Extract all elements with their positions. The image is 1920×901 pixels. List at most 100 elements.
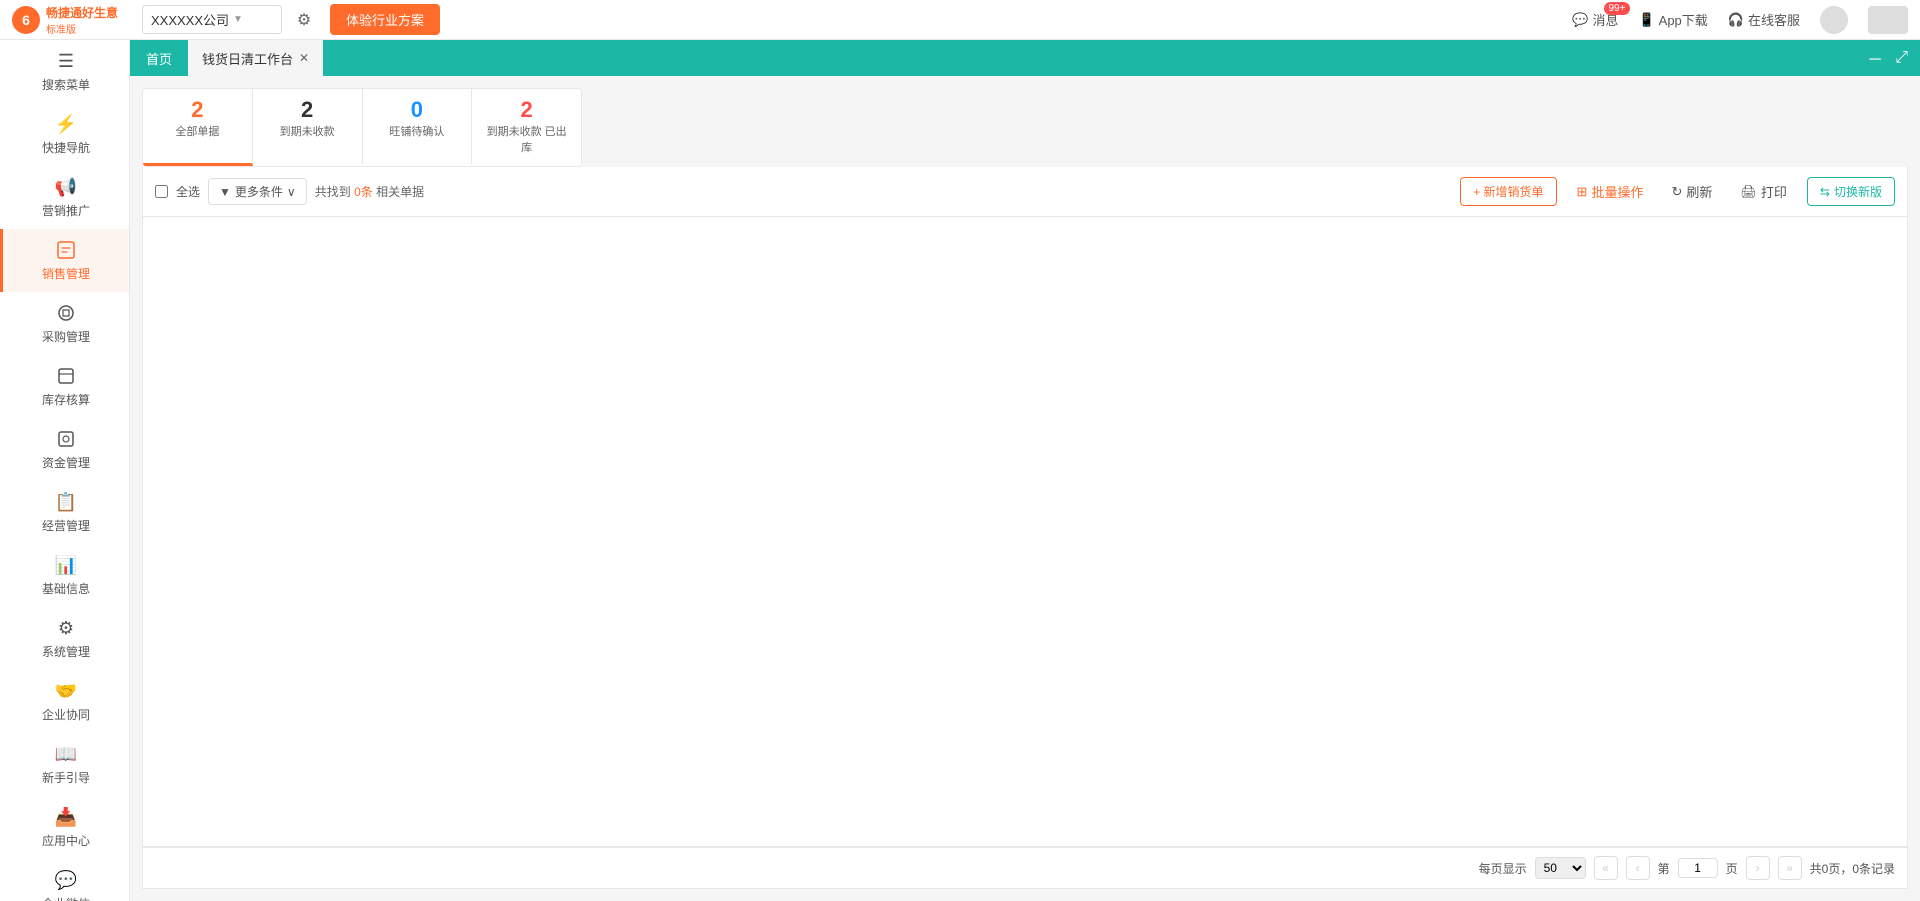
filter-label: 更多条件 [235, 183, 283, 200]
sidebar-item-cooperation[interactable]: 🤝 企业协同 [0, 670, 129, 733]
sidebar-item-inventory[interactable]: 库存核算 [0, 355, 129, 418]
page-content: 2 全部单据 2 到期未收款 0 旺铺待确认 2 到期未收款 已出库 [130, 76, 1920, 901]
service-icon: 🎧 [1728, 12, 1744, 28]
switch-icon: ⇆ [1820, 185, 1830, 199]
experience-btn[interactable]: 体验行业方案 [330, 4, 440, 35]
sidebar-item-label: 采购管理 [42, 328, 90, 345]
sidebar-item-purchase[interactable]: 采购管理 [0, 292, 129, 355]
sidebar-item-label: 营销推广 [42, 202, 90, 219]
sidebar-item-marketing[interactable]: 📢 营销推广 [0, 166, 129, 229]
next-page-button[interactable]: › [1746, 856, 1770, 880]
sidebar-item-label: 销售管理 [42, 265, 90, 282]
message-icon: 💬 [1572, 12, 1588, 28]
stat-label: 旺铺待确认 [375, 123, 460, 139]
tab-maximize-button[interactable]: ⤢ [1891, 45, 1912, 71]
new-sales-order-button[interactable]: + 新增销货单 [1460, 177, 1556, 206]
base-info-icon: 📊 [55, 554, 77, 576]
tab-minimize-button[interactable]: － [1863, 42, 1887, 74]
refresh-label: 刷新 [1686, 182, 1712, 201]
filter-icon: ▼ [219, 185, 231, 199]
sidebar-item-search-menu[interactable]: ☰ 搜索菜单 [0, 40, 129, 103]
filter-button[interactable]: ▼ 更多条件 ∨ [208, 178, 307, 205]
purchase-icon [55, 302, 77, 324]
stat-tab-overdue-unshipped[interactable]: 2 到期未收款 已出库 [472, 89, 581, 166]
online-service-label: 在线客服 [1748, 10, 1800, 29]
sidebar-item-operations[interactable]: 📋 经营管理 [0, 481, 129, 544]
stat-tab-all[interactable]: 2 全部单据 [143, 89, 253, 166]
sidebar-item-label: 应用中心 [42, 832, 90, 849]
page-size-select[interactable]: 50 10 20 100 [1535, 857, 1586, 879]
finance-icon [55, 428, 77, 450]
avatar[interactable] [1820, 6, 1848, 34]
stat-tab-pending-confirm[interactable]: 0 旺铺待确认 [363, 89, 473, 166]
settings-button[interactable]: ⚙ [290, 6, 318, 34]
sidebar-item-finance[interactable]: 资金管理 [0, 418, 129, 481]
online-service-action[interactable]: 🎧 在线客服 [1728, 10, 1800, 29]
sidebar-item-label: 经营管理 [42, 517, 90, 534]
first-page-button[interactable]: « [1594, 856, 1618, 880]
last-page-button[interactable]: » [1778, 856, 1802, 880]
sales-icon [55, 239, 77, 261]
gear-icon: ⚙ [297, 10, 311, 30]
switch-version-button[interactable]: ⇆ 切换新版 [1807, 177, 1895, 206]
tab-bar-right: － ⤢ [1863, 42, 1920, 74]
chevron-down-icon: ∨ [287, 185, 296, 199]
logo-area: 6 畅捷通好生意 标准版 [12, 4, 142, 36]
company-name: XXXXXX公司 [151, 10, 229, 29]
logo-text: 畅捷通好生意 标准版 [46, 4, 118, 36]
stat-num: 2 [484, 97, 569, 123]
top-bar: 6 畅捷通好生意 标准版 XXXXXX公司 ▼ ⚙ 体验行业方案 💬 消息 99… [0, 0, 1920, 40]
stat-num: 0 [375, 97, 460, 123]
sidebar-item-quick-nav[interactable]: ⚡ 快捷导航 [0, 103, 129, 166]
stat-label: 全部单据 [155, 123, 240, 139]
search-menu-icon: ☰ [55, 50, 77, 72]
company-selector[interactable]: XXXXXX公司 ▼ [142, 5, 282, 34]
inventory-icon [55, 365, 77, 387]
tab-close-icon[interactable]: ✕ [299, 51, 309, 65]
toolbar: 全选 ▼ 更多条件 ∨ 共找到 0条 相关单据 + 新增销货单 [142, 167, 1908, 217]
download-icon: 📱 [1638, 12, 1654, 28]
tab-label: 钱货日清工作台 [202, 49, 293, 68]
quick-nav-icon: ⚡ [55, 113, 77, 135]
toolbar-left: 全选 ▼ 更多条件 ∨ 共找到 0条 相关单据 [155, 178, 1452, 205]
stat-tab-overdue-uncollected[interactable]: 2 到期未收款 [253, 89, 363, 166]
user-name-area[interactable] [1868, 6, 1908, 34]
print-label: 打印 [1761, 182, 1787, 201]
refresh-button[interactable]: ↻ 刷新 [1663, 178, 1720, 205]
select-all-checkbox[interactable] [155, 185, 168, 198]
sidebar-item-label: 系统管理 [42, 643, 90, 660]
prev-page-button[interactable]: ‹ [1626, 856, 1650, 880]
tab-bar: 首页 钱货日清工作台 ✕ － ⤢ [130, 40, 1920, 76]
tab-cash-workbench[interactable]: 钱货日清工作台 ✕ [188, 40, 323, 76]
page-number-input[interactable] [1678, 858, 1718, 878]
app-download-label: App下载 [1659, 10, 1708, 29]
sidebar-item-label: 库存核算 [42, 391, 90, 408]
sidebar-item-guide[interactable]: 📖 新手引导 [0, 733, 129, 796]
print-button[interactable]: 🖨 打印 [1732, 178, 1795, 205]
sidebar-item-base-info[interactable]: 📊 基础信息 [0, 544, 129, 607]
app-download-action[interactable]: 📱 App下载 [1638, 10, 1707, 29]
found-text: 共找到 0条 相关单据 [315, 183, 424, 200]
pagination-bar: 每页显示 50 10 20 100 « ‹ 第 页 › » 共0页，0条记录 [142, 847, 1908, 889]
message-action[interactable]: 💬 消息 99+ [1572, 10, 1618, 29]
sidebar-item-app-center[interactable]: 📥 应用中心 [0, 796, 129, 859]
content-area: 首页 钱货日清工作台 ✕ － ⤢ 2 全部单据 2 [130, 40, 1920, 901]
tab-home[interactable]: 首页 [130, 40, 188, 76]
top-bar-right: 💬 消息 99+ 📱 App下载 🎧 在线客服 [1572, 6, 1908, 34]
sidebar-item-label: 搜索菜单 [42, 76, 90, 93]
sidebar-item-sales[interactable]: 销售管理 [0, 229, 129, 292]
stat-label: 到期未收款 [265, 123, 350, 139]
app-center-icon: 📥 [55, 806, 77, 828]
page-size-label: 每页显示 [1479, 860, 1527, 877]
sidebar-item-label: 新手引导 [42, 769, 90, 786]
refresh-icon: ↻ [1671, 184, 1682, 200]
sidebar-item-system[interactable]: ⚙ 系统管理 [0, 607, 129, 670]
batch-op-button[interactable]: ⊞ 批量操作 [1569, 178, 1652, 205]
print-icon: 🖨 [1740, 184, 1757, 200]
sidebar-item-wechat[interactable]: 💬 企业微信 [0, 859, 129, 901]
stats-tabs: 2 全部单据 2 到期未收款 0 旺铺待确认 2 到期未收款 已出库 [142, 88, 582, 167]
sidebar-item-label: 基础信息 [42, 580, 90, 597]
found-num: 0条 [354, 185, 373, 199]
stat-label: 到期未收款 已出库 [484, 123, 569, 155]
message-badge: 99+ [1604, 2, 1631, 15]
